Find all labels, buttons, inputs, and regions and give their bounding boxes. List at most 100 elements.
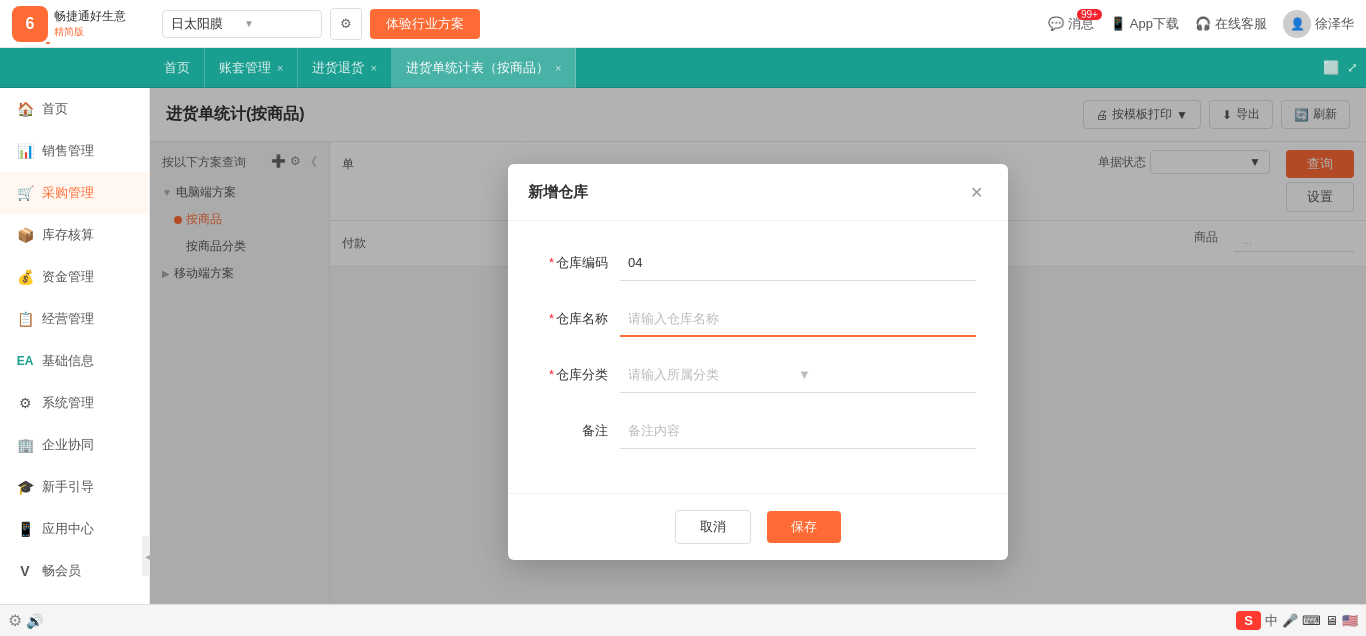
purchase-icon: 🛒 [16,184,34,202]
tab-purchase-stats-close[interactable]: × [555,62,561,74]
sidebar: 🏠 首页 📊 销售管理 🛒 采购管理 📦 库存核算 💰 资金管理 📋 经营管理 … [0,88,150,636]
content-area: 进货单统计(按商品) 🖨 按模板打印 ▼ ⬇ 导出 🔄 刷新 [150,88,1366,636]
warehouse-code-input[interactable] [620,245,976,281]
logo-text-block: 畅捷通好生意 精简版 [54,8,126,39]
note-input[interactable] [620,413,976,449]
store-selector[interactable]: 日太阳膜 ▼ [162,10,322,38]
tab-purchase-stats-label: 进货单统计表（按商品） [406,59,549,77]
bottom-left-gear[interactable]: ⚙ 🔊 [8,611,43,630]
messages-button[interactable]: 💬 消息 99+ [1048,15,1094,33]
tab-fullscreen-icon[interactable]: ⤢ [1347,60,1358,75]
tab-purchase-return-close[interactable]: × [370,62,376,74]
note-label: 备注 [540,422,620,440]
dialog-title: 新增仓库 [528,183,588,202]
sidebar-collapse-button[interactable]: ◀ [142,536,150,576]
tab-account-label: 账套管理 [219,59,271,77]
tab-home[interactable]: 首页 [150,48,205,88]
system-icon: ⚙ [16,394,34,412]
sidebar-item-system[interactable]: ⚙ 系统管理 [0,382,149,424]
logo-sub: 精简版 [54,25,126,39]
sidebar-item-guide[interactable]: 🎓 新手引导 [0,466,149,508]
sidebar-basic-info-label: 基础信息 [42,352,94,370]
keyboard-icon[interactable]: ⌨ [1302,613,1321,628]
store-dropdown-arrow: ▼ [244,18,313,29]
dialog-footer: 取消 保存 [508,493,1008,560]
inventory-icon: 📦 [16,226,34,244]
header-right: 💬 消息 99+ 📱 App下载 🎧 在线客服 👤 徐泽华 [1048,10,1354,38]
gear-icon: ⚙ [340,16,352,31]
sidebar-item-purchase[interactable]: 🛒 采购管理 [0,172,149,214]
finance-icon: 💰 [16,268,34,286]
microphone-icon[interactable]: 🎤 [1282,613,1298,628]
app-download-button[interactable]: 📱 App下载 [1110,15,1179,33]
sidebar-inventory-label: 库存核算 [42,226,94,244]
form-row-code: 仓库编码 [540,245,976,281]
notification-badge: 99+ [1077,9,1102,20]
sidebar-vip-label: 畅会员 [42,562,81,580]
mobile-icon: 📱 [1110,16,1126,31]
sidebar-item-home[interactable]: 🏠 首页 [0,88,149,130]
warehouse-name-label: 仓库名称 [540,310,620,328]
sidebar-item-enterprise[interactable]: 🏢 企业协同 [0,424,149,466]
message-icon: 💬 [1048,16,1064,31]
warehouse-category-label: 仓库分类 [540,366,620,384]
sidebar-item-vip[interactable]: V 畅会员 [0,550,149,592]
username: 徐泽华 [1315,15,1354,33]
sales-icon: 📊 [16,142,34,160]
sogou-s-icon[interactable]: S [1236,611,1261,630]
logo-icon: 6 [12,6,48,42]
sidebar-item-operation[interactable]: 📋 经营管理 [0,298,149,340]
tab-bar: 首页 账套管理 × 进货退货 × 进货单统计表（按商品） × ⬜ ⤢ [0,48,1366,88]
logo-area: 6 畅捷通好生意 精简版 [12,6,162,42]
form-row-note: 备注 [540,413,976,449]
tab-account-close[interactable]: × [277,62,283,74]
cancel-button[interactable]: 取消 [675,510,751,544]
operation-icon: 📋 [16,310,34,328]
warehouse-category-placeholder: 请输入所属分类 [628,366,798,384]
monitor-icon[interactable]: 🖥 [1325,613,1338,628]
enterprise-icon: 🏢 [16,436,34,454]
tab-restore-icon[interactable]: ⬜ [1323,60,1339,75]
online-service-button[interactable]: 🎧 在线客服 [1195,15,1267,33]
dialog-body: 仓库编码 仓库名称 仓库分类 请输入所属分类 ▼ [508,221,1008,493]
sidebar-finance-label: 资金管理 [42,268,94,286]
trial-button[interactable]: 体验行业方案 [370,9,480,39]
tab-home-label: 首页 [164,59,190,77]
sidebar-item-finance[interactable]: 💰 资金管理 [0,256,149,298]
sidebar-enterprise-label: 企业协同 [42,436,94,454]
settings-gear-button[interactable]: ⚙ [330,8,362,40]
tab-account[interactable]: 账套管理 × [205,48,298,88]
sidebar-item-inventory[interactable]: 📦 库存核算 [0,214,149,256]
tab-purchase-stats[interactable]: 进货单统计表（按商品） × [392,48,576,88]
vip-icon: V [16,562,34,580]
app-download-label: App下载 [1130,15,1179,33]
sidebar-item-apps[interactable]: 📱 应用中心 [0,508,149,550]
bottom-status-bar: ⚙ 🔊 S 中 🎤 ⌨ 🖥 🇺🇸 [0,604,1366,636]
guide-icon: 🎓 [16,478,34,496]
sidebar-operation-label: 经营管理 [42,310,94,328]
sidebar-item-basic-info[interactable]: EA 基础信息 [0,340,149,382]
modal-overlay: 新增仓库 ✕ 仓库编码 仓库名称 [150,88,1366,636]
sidebar-guide-label: 新手引导 [42,478,94,496]
tab-controls: ⬜ ⤢ [1323,60,1366,75]
basic-info-icon: EA [16,352,34,370]
user-profile-button[interactable]: 👤 徐泽华 [1283,10,1354,38]
warehouse-category-select[interactable]: 请输入所属分类 ▼ [620,357,976,393]
avatar: 👤 [1283,10,1311,38]
sidebar-item-sales[interactable]: 📊 销售管理 [0,130,149,172]
tab-purchase-return-label: 进货退货 [312,59,364,77]
dialog-close-button[interactable]: ✕ [964,180,988,204]
warehouse-code-label: 仓库编码 [540,254,620,272]
store-name: 日太阳膜 [171,15,240,33]
chinese-input-label[interactable]: 中 [1265,612,1278,630]
form-row-name: 仓库名称 [540,301,976,337]
sidebar-apps-label: 应用中心 [42,520,94,538]
online-service-label: 在线客服 [1215,15,1267,33]
dialog-header: 新增仓库 ✕ [508,164,1008,221]
logo-badge [46,42,50,44]
save-button[interactable]: 保存 [767,511,841,543]
warehouse-name-input[interactable] [620,301,976,337]
tab-purchase-return[interactable]: 进货退货 × [298,48,391,88]
flag-icon[interactable]: 🇺🇸 [1342,613,1358,628]
headset-icon: 🎧 [1195,16,1211,31]
